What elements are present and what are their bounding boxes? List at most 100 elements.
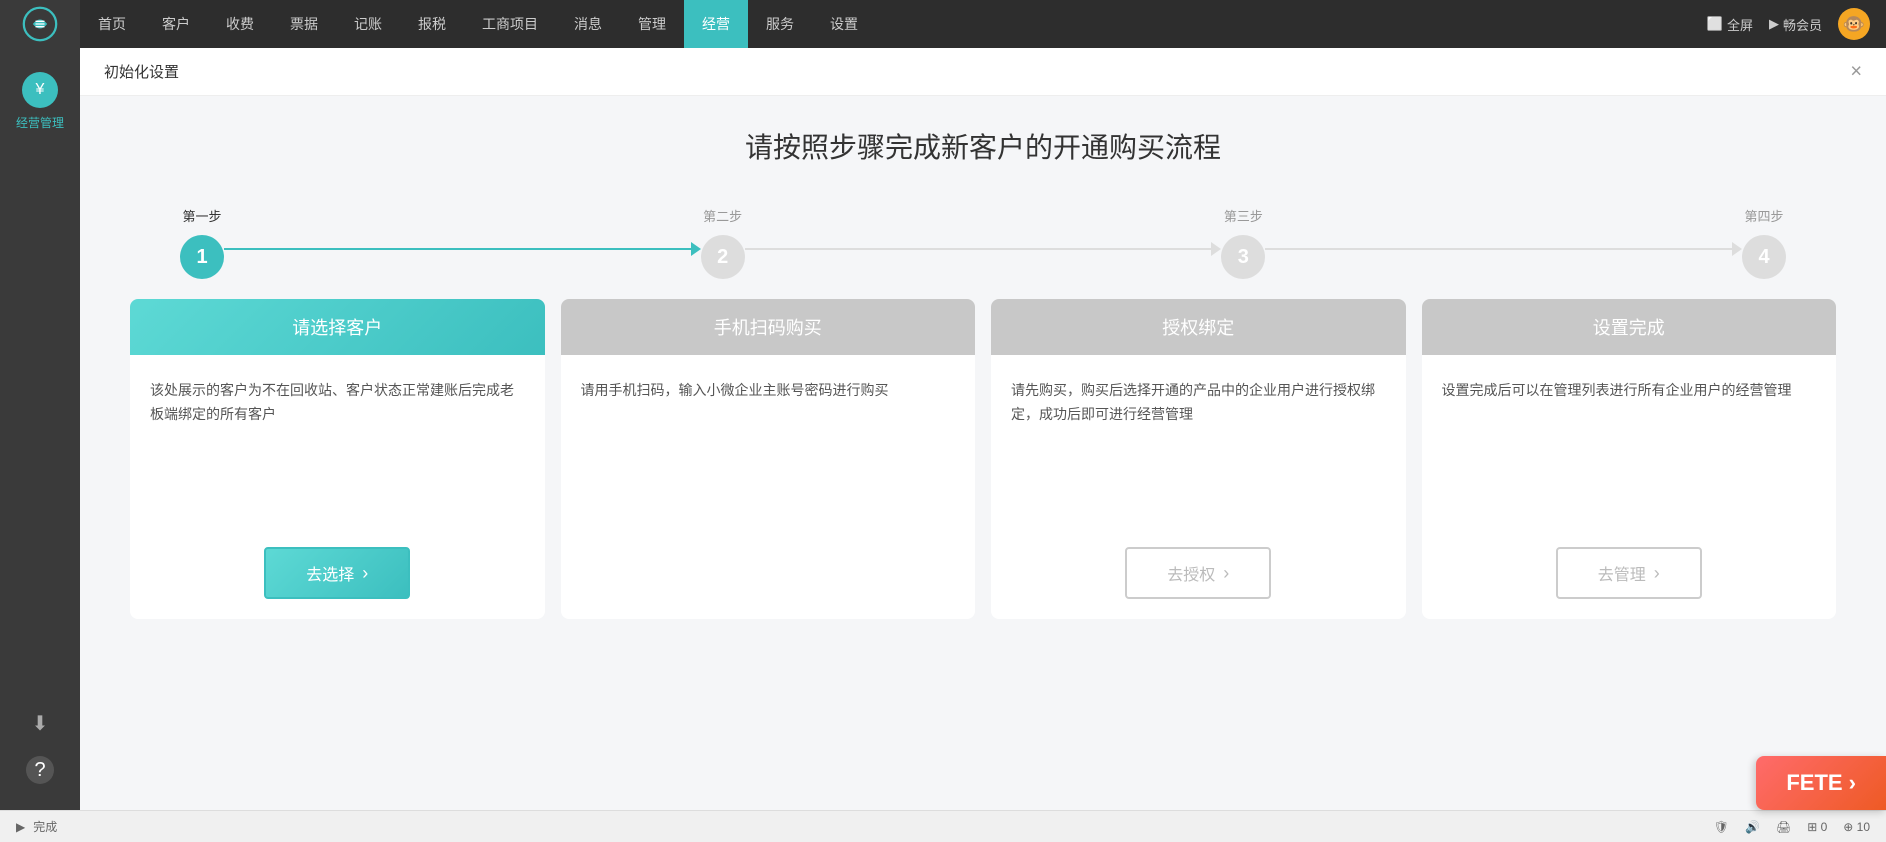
- card3-body-text: 请先购买，购买后选择开通的产品中的企业用户进行授权绑定，成功后即可进行经营管理: [1011, 382, 1375, 422]
- connector-line-1: [224, 248, 691, 250]
- step-indicator-4: 第四步 4: [1742, 206, 1786, 279]
- big-title: 请按照步骤完成新客户的开通购买流程: [120, 126, 1846, 166]
- step1-label: 第一步: [182, 206, 221, 225]
- nav-item-manage[interactable]: 管理: [620, 0, 684, 48]
- sidebar-item-label: 经营管理: [16, 114, 64, 131]
- card2-title: 手机扫码购买: [714, 314, 822, 340]
- vip-label: 畅会员: [1783, 15, 1822, 34]
- fullscreen-label: 全屏: [1727, 15, 1753, 34]
- card4-body: 设置完成后可以在管理列表进行所有企业用户的经营管理: [1422, 355, 1837, 527]
- vip-button[interactable]: ▶ 畅会员: [1769, 15, 1822, 34]
- card3-body: 请先购买，购买后选择开通的产品中的企业用户进行授权绑定，成功后即可进行经营管理: [991, 355, 1406, 527]
- main-layout: ¥ 经营管理 ⬇ ? 初始化设置 × 请按照步骤完成新客户的开通购买流程: [0, 48, 1886, 810]
- go-select-button[interactable]: 去选择 ›: [264, 547, 410, 599]
- connector-arrow-2: [1211, 242, 1221, 256]
- nav-item-accounting[interactable]: 记账: [336, 0, 400, 48]
- nav-item-invoice[interactable]: 票据: [272, 0, 336, 48]
- card1-header: 请选择客户: [130, 299, 545, 355]
- step1-circle: 1: [180, 235, 224, 279]
- step3-circle: 3: [1221, 235, 1265, 279]
- go-select-arrow: ›: [362, 563, 368, 584]
- volume-icon[interactable]: 🔊: [1745, 820, 1760, 834]
- nav-item-tax[interactable]: 报税: [400, 0, 464, 48]
- video-icon: ▶: [1769, 16, 1779, 32]
- fete-banner[interactable]: FETE ›: [1756, 756, 1886, 810]
- main-content-area: 请按照步骤完成新客户的开通购买流程 第一步 1 第二步 2: [80, 96, 1886, 810]
- step-card-2: 手机扫码购买 请用手机扫码，输入小微企业主账号密码进行购买: [561, 299, 976, 619]
- step2-label: 第二步: [703, 206, 742, 225]
- fullscreen-button[interactable]: ⬜ 全屏: [1707, 15, 1753, 34]
- avatar[interactable]: 🐵: [1838, 8, 1870, 40]
- card4-footer: 去管理 ›: [1422, 527, 1837, 619]
- page-title: 初始化设置: [104, 61, 179, 82]
- card4-title: 设置完成: [1593, 314, 1665, 340]
- card2-body-text: 请用手机扫码，输入小微企业主账号密码进行购买: [581, 382, 889, 398]
- page-header: 初始化设置 ×: [80, 48, 1886, 96]
- nav-item-settings[interactable]: 设置: [812, 0, 876, 48]
- play-icon[interactable]: ▶: [16, 820, 25, 834]
- card1-body: 该处展示的客户为不在回收站、客户状态正常建账后完成老板端绑定的所有客户: [130, 355, 545, 527]
- top-nav: 首页 客户 收费 票据 记账 报税 工商项目 消息 管理 经营 服务 设置 ⬜ …: [0, 0, 1886, 48]
- sidebar-bottom: ⬇ ?: [0, 701, 80, 810]
- go-select-label: 去选择: [306, 561, 354, 585]
- nav-item-business[interactable]: 工商项目: [464, 0, 556, 48]
- sidebar: ¥ 经营管理 ⬇ ?: [0, 48, 80, 810]
- nav-item-fee[interactable]: 收费: [208, 0, 272, 48]
- fullscreen-icon: ⬜: [1707, 16, 1723, 32]
- cards-row: 请选择客户 该处展示的客户为不在回收站、客户状态正常建账后完成老板端绑定的所有客…: [120, 299, 1846, 619]
- status-bar-left: ▶ 完成: [16, 818, 57, 835]
- nav-right: ⬜ 全屏 ▶ 畅会员 🐵: [1707, 8, 1886, 40]
- card2-footer: [561, 579, 976, 619]
- steps-indicators: 第一步 1 第二步 2: [120, 206, 1846, 279]
- card4-header: 设置完成: [1422, 299, 1837, 355]
- go-manage-label: 去管理: [1598, 561, 1646, 585]
- card1-footer: 去选择 ›: [130, 527, 545, 619]
- nav-items: 首页 客户 收费 票据 记账 报税 工商项目 消息 管理 经营 服务 设置: [80, 0, 1707, 48]
- fete-text: FETE ›: [1786, 770, 1856, 796]
- card3-header: 授权绑定: [991, 299, 1406, 355]
- zoom-icon: ⊕ 10: [1843, 820, 1870, 834]
- nav-item-service[interactable]: 服务: [748, 0, 812, 48]
- print-icon[interactable]: 🖨: [1776, 820, 1791, 834]
- support-icon: ?: [26, 756, 54, 784]
- card1-body-text: 该处展示的客户为不在回收站、客户状态正常建账后完成老板端绑定的所有客户: [150, 382, 514, 422]
- card4-body-text: 设置完成后可以在管理列表进行所有企业用户的经营管理: [1442, 382, 1792, 398]
- connector-line-3: [1265, 248, 1732, 250]
- step-indicator-3: 第三步 3: [1221, 206, 1265, 279]
- sidebar-item-operation-mgmt[interactable]: ¥ 经营管理: [0, 58, 80, 145]
- go-manage-button[interactable]: 去管理 ›: [1556, 547, 1702, 599]
- connector-2: [745, 242, 1222, 256]
- go-manage-arrow: ›: [1654, 563, 1660, 584]
- card2-body: 请用手机扫码，输入小微企业主账号密码进行购买: [561, 355, 976, 579]
- grid-icon: ⊞ 0: [1807, 820, 1827, 834]
- go-authorize-button[interactable]: 去授权 ›: [1125, 547, 1271, 599]
- step-indicator-1: 第一步 1: [180, 206, 224, 279]
- card3-footer: 去授权 ›: [991, 527, 1406, 619]
- close-button[interactable]: ×: [1850, 60, 1862, 83]
- status-bar-right: 🛡 🔊 🖨 ⊞ 0 ⊕ 10: [1714, 820, 1870, 834]
- step3-label: 第三步: [1224, 206, 1263, 225]
- status-bar: ▶ 完成 🛡 🔊 🖨 ⊞ 0 ⊕ 10: [0, 810, 1886, 842]
- nav-logo: [0, 0, 80, 48]
- step2-circle: 2: [701, 235, 745, 279]
- nav-item-operation[interactable]: 经营: [684, 0, 748, 48]
- connector-3: [1265, 242, 1742, 256]
- nav-item-home[interactable]: 首页: [80, 0, 144, 48]
- sidebar-download[interactable]: ⬇: [0, 701, 80, 746]
- nav-item-customer[interactable]: 客户: [144, 0, 208, 48]
- go-authorize-arrow: ›: [1223, 563, 1229, 584]
- step-card-1: 请选择客户 该处展示的客户为不在回收站、客户状态正常建账后完成老板端绑定的所有客…: [130, 299, 545, 619]
- content-area: 初始化设置 × 请按照步骤完成新客户的开通购买流程 第一步 1: [80, 48, 1886, 810]
- yuan-icon: ¥: [22, 72, 58, 108]
- card2-header: 手机扫码购买: [561, 299, 976, 355]
- download-icon: ⬇: [32, 711, 49, 736]
- step4-label: 第四步: [1745, 206, 1784, 225]
- connector-1: [224, 242, 701, 256]
- step4-circle: 4: [1742, 235, 1786, 279]
- sidebar-support[interactable]: ?: [0, 746, 80, 794]
- connector-arrow-1: [691, 242, 701, 256]
- step-card-3: 授权绑定 请先购买，购买后选择开通的产品中的企业用户进行授权绑定，成功后即可进行…: [991, 299, 1406, 619]
- card3-title: 授权绑定: [1162, 314, 1234, 340]
- nav-item-message[interactable]: 消息: [556, 0, 620, 48]
- connector-arrow-3: [1732, 242, 1742, 256]
